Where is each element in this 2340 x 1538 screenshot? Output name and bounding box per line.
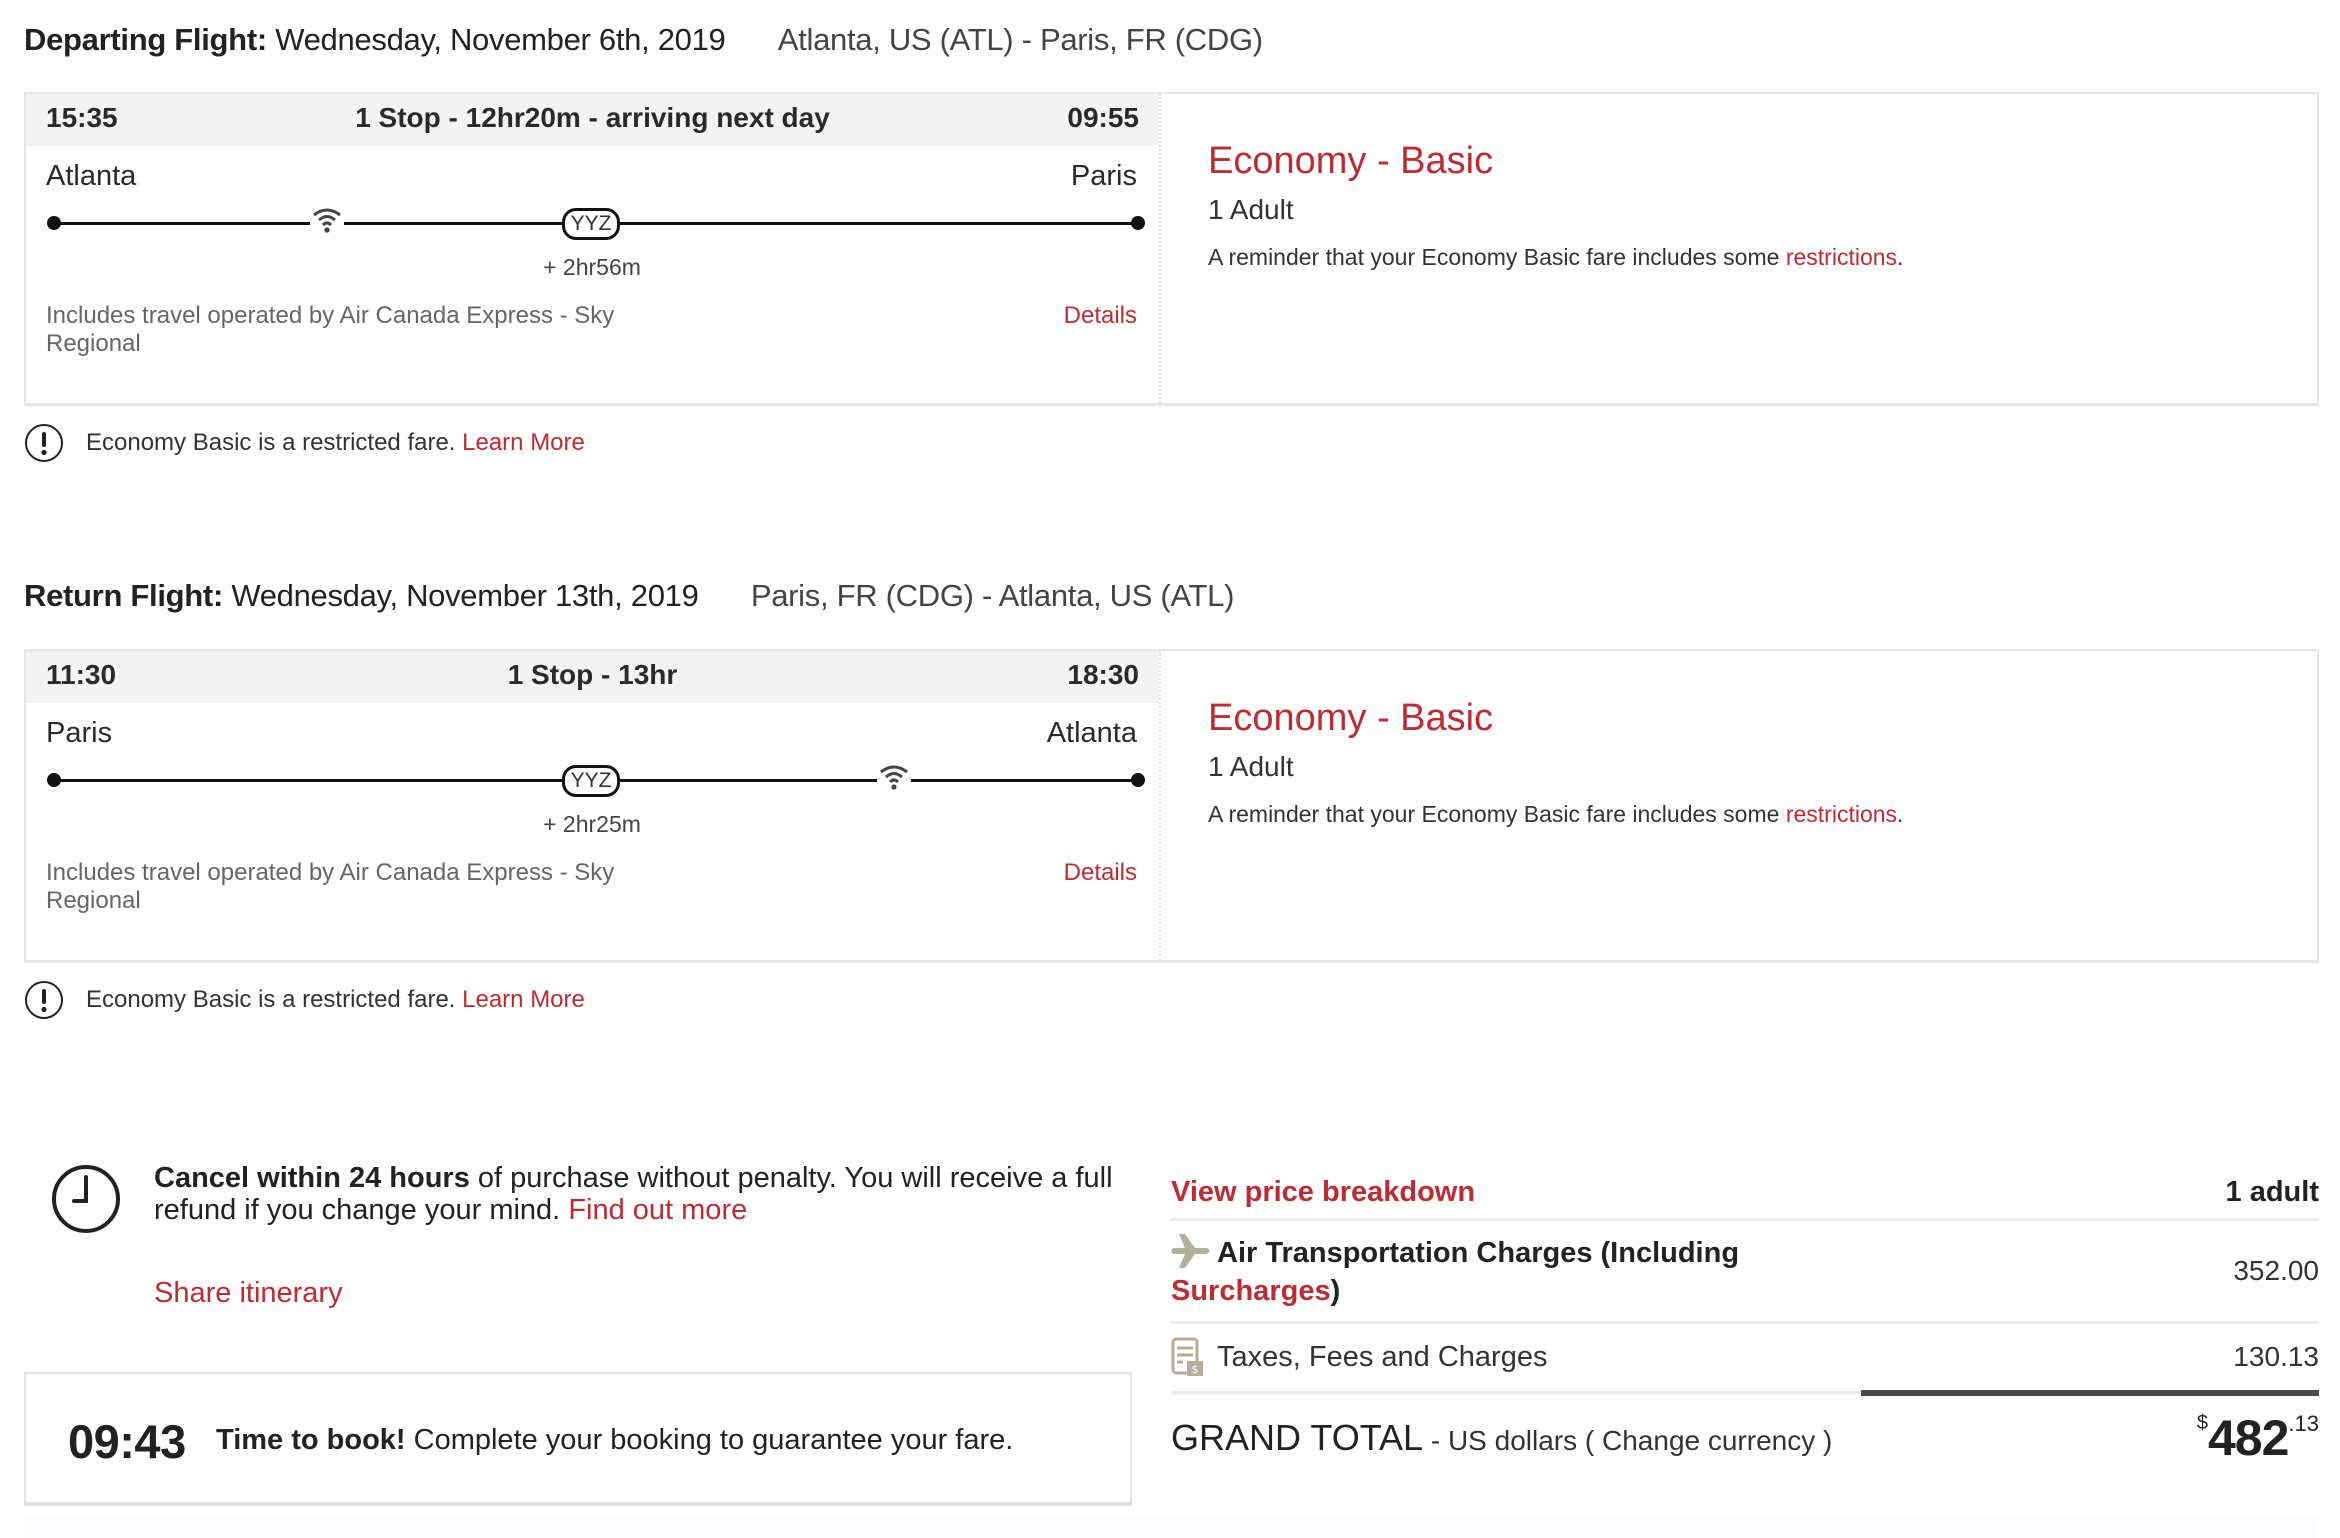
currency-suffix: ) <box>1815 1425 1833 1456</box>
return-route: Paris, FR (CDG) - Atlanta, US (ATL) <box>750 578 1235 613</box>
departing-label: Departing Flight: <box>24 22 267 57</box>
stop-airport-pill[interactable]: YYZ <box>562 208 620 240</box>
taxes-label: Taxes, Fees and Charges <box>1217 1340 1548 1373</box>
flight-summary: 1 Stop - 12hr20m - arriving next day <box>355 102 830 133</box>
fare-note-end: . <box>1897 801 1904 827</box>
return-flight-heading: Return Flight: Wednesday, November 13th,… <box>24 578 1234 614</box>
price-breakdown: View price breakdown 1 adult Air Transpo… <box>1171 1166 2319 1480</box>
fare-note-end: . <box>1897 244 1904 270</box>
fare-class-name: Economy - Basic <box>1208 697 1494 739</box>
departing-date: Wednesday, November 6th, 2019 <box>275 22 726 57</box>
departing-fare-panel: Economy - Basic 1 Adult A reminder that … <box>1184 94 2317 403</box>
learn-more-link[interactable]: Learn More <box>462 986 585 1013</box>
air-transport-amount: 352.00 <box>2233 1255 2319 1286</box>
destination-city: Atlanta <box>1046 717 1137 749</box>
departing-route: Atlanta, US (ATL) - Paris, FR (CDG) <box>777 22 1263 57</box>
return-itinerary-panel: 11:30 1 Stop - 13hr 18:30 Paris Atlanta … <box>26 651 1161 960</box>
taxes-amount: 130.13 <box>2233 1341 2319 1372</box>
restrictions-link[interactable]: restrictions <box>1786 244 1897 270</box>
change-currency-link[interactable]: Change currency <box>1602 1425 1815 1456</box>
plane-icon <box>1171 1234 1210 1268</box>
layover-duration: + 2hr25m <box>543 811 641 837</box>
layover-duration: + 2hr56m <box>543 254 641 280</box>
air-label-main: Air Transportation Charges (Including <box>1217 1237 1740 1269</box>
details-link[interactable]: Details <box>1064 859 1137 887</box>
surcharges-link[interactable]: Surcharges <box>1171 1275 1331 1307</box>
flight-summary: 1 Stop - 13hr <box>507 659 678 690</box>
departing-flight-heading: Departing Flight: Wednesday, November 6t… <box>24 22 1263 58</box>
fare-note-text: A reminder that your Economy Basic fare … <box>1208 801 1786 827</box>
origin-dot <box>47 773 61 787</box>
fare-restriction-note: A reminder that your Economy Basic fare … <box>1208 244 1903 271</box>
find-out-more-link[interactable]: Find out more <box>568 1194 747 1226</box>
operated-by-note: Includes travel operated by Air Canada E… <box>46 859 615 914</box>
return-flight-card: 11:30 1 Stop - 13hr 18:30 Paris Atlanta … <box>24 649 2319 963</box>
currency-symbol: $ <box>2196 1412 2208 1434</box>
restrictions-link[interactable]: restrictions <box>1786 801 1897 827</box>
arrival-time: 18:30 <box>1067 659 1139 690</box>
cancellation-bold: Cancel within 24 hours <box>154 1162 470 1194</box>
timer-message: Time to book! Complete your booking to g… <box>216 1424 1013 1457</box>
alert-message: Economy Basic is a restricted fare. <box>86 429 463 456</box>
total-whole: 482 <box>2207 1410 2289 1466</box>
price-row-air-transport: Air Transportation Charges (Including Su… <box>1171 1221 2319 1321</box>
origin-dot <box>47 216 61 230</box>
air-transport-label: Air Transportation Charges (Including Su… <box>1171 1232 1771 1310</box>
grand-total-label-group: GRAND TOTAL - US dollars ( Change curren… <box>1171 1417 1832 1459</box>
alert-text: Economy Basic is a restricted fare. Lear… <box>86 986 585 1014</box>
grand-total-amount: $482.13 <box>2197 1409 2319 1467</box>
alert-message: Economy Basic is a restricted fare. <box>86 986 463 1013</box>
share-itinerary-link[interactable]: Share itinerary <box>154 1277 343 1310</box>
fare-note-text: A reminder that your Economy Basic fare … <box>1208 244 1786 270</box>
bottom-shade <box>24 1515 2319 1538</box>
alert-text: Economy Basic is a restricted fare. Lear… <box>86 429 585 457</box>
total-cents: .13 <box>2288 1411 2319 1436</box>
fare-passengers: 1 Adult <box>1208 194 1294 225</box>
return-label: Return Flight: <box>24 578 223 613</box>
exclamation-circle-icon <box>25 981 63 1019</box>
arrival-time: 09:55 <box>1067 102 1139 133</box>
clock-icon <box>52 1165 120 1233</box>
receipt-icon: $ <box>1171 1337 1203 1376</box>
departing-flight-card: 15:35 1 Stop - 12hr20m - arriving next d… <box>24 92 2319 406</box>
svg-text:$: $ <box>1192 1363 1199 1376</box>
countdown-timer: 09:43 <box>68 1415 186 1468</box>
air-label-end: ) <box>1330 1275 1341 1307</box>
price-header-row: View price breakdown 1 adult <box>1171 1166 2319 1218</box>
origin-city: Atlanta <box>46 160 137 192</box>
details-link[interactable]: Details <box>1064 302 1137 330</box>
fare-passengers: 1 Adult <box>1208 751 1294 782</box>
departing-itinerary-panel: 15:35 1 Stop - 12hr20m - arriving next d… <box>26 94 1161 403</box>
return-date: Wednesday, November 13th, 2019 <box>231 578 699 613</box>
return-header-band: 11:30 1 Stop - 13hr 18:30 <box>26 651 1159 703</box>
exclamation-circle-icon <box>25 424 63 462</box>
booking-timer-box: 09:43 Time to book! Complete your bookin… <box>24 1372 1132 1506</box>
fare-class-name: Economy - Basic <box>1208 140 1494 182</box>
grand-total-row: GRAND TOTAL - US dollars ( Change curren… <box>1171 1396 2319 1480</box>
wifi-icon <box>877 759 911 793</box>
restricted-fare-alert: Economy Basic is a restricted fare. Lear… <box>24 421 585 465</box>
taxes-label-group: $ Taxes, Fees and Charges <box>1171 1337 1547 1377</box>
destination-city: Paris <box>1070 160 1137 192</box>
origin-city: Paris <box>46 717 113 749</box>
passenger-count: 1 adult <box>2225 1175 2319 1208</box>
timer-text: Complete your booking to guarantee your … <box>405 1424 1014 1456</box>
fare-restriction-note: A reminder that your Economy Basic fare … <box>1208 801 1903 828</box>
learn-more-link[interactable]: Learn More <box>462 429 585 456</box>
stop-airport-pill[interactable]: YYZ <box>562 765 620 797</box>
return-fare-panel: Economy - Basic 1 Adult A reminder that … <box>1184 651 2317 960</box>
cancellation-policy: Cancel within 24 hours of purchase witho… <box>154 1162 1134 1226</box>
view-price-breakdown-link[interactable]: View price breakdown <box>1171 1176 1475 1209</box>
destination-dot <box>1131 773 1145 787</box>
currency-prefix: - US dollars ( <box>1423 1425 1602 1456</box>
wifi-icon <box>310 202 344 236</box>
destination-dot <box>1131 216 1145 230</box>
departing-header-band: 15:35 1 Stop - 12hr20m - arriving next d… <box>26 94 1159 146</box>
grand-total-label: GRAND TOTAL <box>1171 1417 1424 1458</box>
restricted-fare-alert: Economy Basic is a restricted fare. Lear… <box>24 978 585 1022</box>
price-row-taxes: $ Taxes, Fees and Charges 130.13 <box>1171 1324 2319 1390</box>
timer-bold: Time to book! <box>216 1424 406 1456</box>
operated-by-note: Includes travel operated by Air Canada E… <box>46 302 615 357</box>
